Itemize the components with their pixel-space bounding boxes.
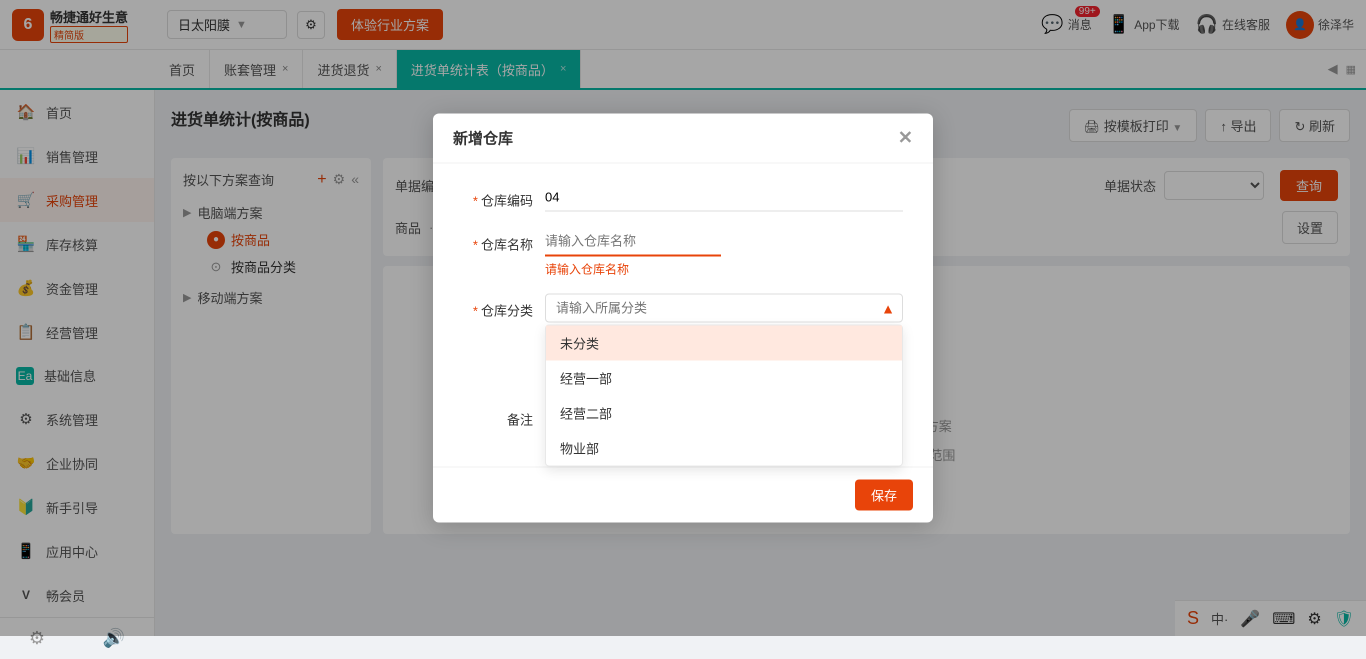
modal-header: 新增仓库 ✕ — [433, 114, 933, 164]
name-error-area: 请输入仓库名称 — [463, 261, 629, 278]
category-label: 仓库分类 — [463, 294, 533, 320]
name-input-row: 仓库名称 — [463, 228, 721, 257]
save-button[interactable]: 保存 — [855, 480, 913, 511]
dropdown-item-dept2[interactable]: 经营二部 — [546, 396, 902, 431]
dropdown-item-dept1[interactable]: 经营一部 — [546, 361, 902, 396]
name-label: 仓库名称 — [463, 228, 533, 254]
code-label: 仓库编码 — [463, 184, 533, 210]
remark-label: 备注 — [463, 403, 533, 429]
name-input-wrapper — [545, 228, 721, 257]
modal-footer: 保存 — [433, 467, 933, 523]
dropdown-item-uncategorized[interactable]: 未分类 — [546, 326, 902, 361]
modal-close-button[interactable]: ✕ — [898, 128, 913, 149]
dropdown-item-dept3[interactable]: 物业部 — [546, 431, 902, 466]
code-row: 仓库编码 — [463, 184, 903, 212]
category-dropdown: 未分类 经营一部 经营二部 物业部 — [545, 325, 903, 467]
code-input[interactable] — [545, 184, 903, 212]
name-row: 仓库名称 请输入仓库名称 — [463, 228, 903, 278]
category-select-wrapper: ▲ 未分类 经营一部 经营二部 物业部 — [545, 294, 903, 323]
name-error-message: 请输入仓库名称 — [545, 263, 629, 277]
modal-body: 仓库编码 仓库名称 请输入仓库名称 仓库分类 ▲ 未分类 — [433, 164, 933, 467]
category-input[interactable] — [545, 294, 903, 323]
name-input[interactable] — [545, 228, 721, 257]
add-warehouse-modal: 新增仓库 ✕ 仓库编码 仓库名称 请输入仓库名称 仓库分类 ▲ — [433, 114, 933, 523]
category-row: 仓库分类 ▲ 未分类 经营一部 经营二部 物业部 — [463, 294, 903, 323]
modal-title: 新增仓库 — [453, 128, 513, 149]
